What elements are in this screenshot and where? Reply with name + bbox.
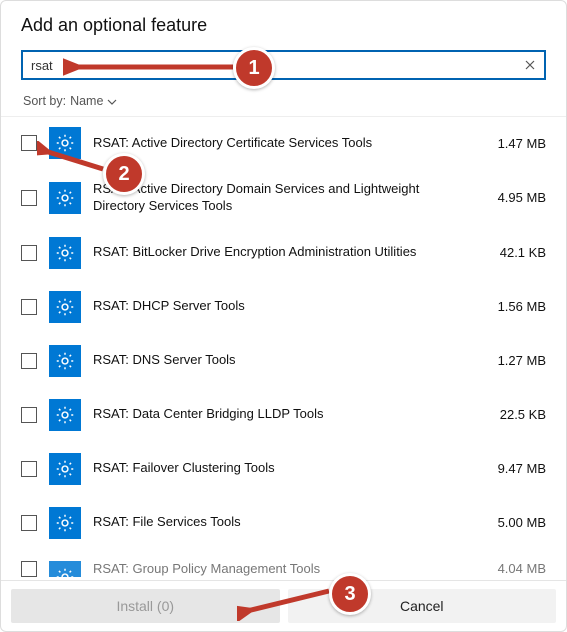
feature-size: 1.47 MB	[476, 136, 546, 151]
feature-checkbox[interactable]	[21, 190, 37, 206]
feature-row[interactable]: RSAT: File Services Tools 5.00 MB	[1, 497, 566, 549]
sort-by-value: Name	[70, 94, 103, 108]
feature-icon	[49, 237, 81, 269]
sort-by-label: Sort by:	[23, 94, 66, 108]
feature-size: 42.1 KB	[476, 245, 546, 260]
feature-icon	[49, 453, 81, 485]
annotation-circle-2: 2	[103, 153, 145, 195]
close-icon	[525, 60, 535, 70]
feature-icon	[49, 399, 81, 431]
feature-checkbox[interactable]	[21, 299, 37, 315]
feature-row[interactable]: RSAT: BitLocker Drive Encryption Adminis…	[1, 227, 566, 279]
feature-size: 4.04 MB	[476, 561, 546, 576]
dialog-title: Add an optional feature	[21, 15, 546, 36]
feature-row[interactable]: RSAT: Group Policy Management Tools 4.04 …	[1, 551, 566, 577]
feature-row[interactable]: RSAT: Data Center Bridging LLDP Tools 22.…	[1, 389, 566, 441]
feature-row[interactable]: RSAT: DNS Server Tools 1.27 MB	[1, 335, 566, 387]
feature-name: RSAT: Active Directory Certificate Servi…	[93, 135, 464, 152]
feature-row[interactable]: RSAT: Failover Clustering Tools 9.47 MB	[1, 443, 566, 495]
search-input[interactable]	[29, 57, 522, 74]
optional-feature-dialog: Add an optional feature Sort by: Name RS…	[0, 0, 567, 632]
feature-icon	[49, 561, 81, 577]
feature-name: RSAT: DHCP Server Tools	[93, 298, 464, 315]
sort-by-control[interactable]: Sort by: Name	[1, 80, 566, 116]
chevron-down-icon	[107, 96, 117, 106]
feature-name: RSAT: Active Directory Domain Services a…	[93, 181, 464, 215]
clear-search-button[interactable]	[522, 57, 538, 73]
feature-size: 1.27 MB	[476, 353, 546, 368]
feature-checkbox[interactable]	[21, 353, 37, 369]
feature-name: RSAT: Group Policy Management Tools	[93, 561, 464, 577]
install-button[interactable]: Install (0)	[11, 589, 280, 623]
annotation-circle-3: 3	[329, 573, 371, 615]
feature-list[interactable]: RSAT: Active Directory Certificate Servi…	[1, 117, 566, 577]
feature-checkbox[interactable]	[21, 515, 37, 531]
feature-name: RSAT: BitLocker Drive Encryption Adminis…	[93, 244, 464, 261]
feature-checkbox[interactable]	[21, 461, 37, 477]
feature-size: 4.95 MB	[476, 190, 546, 205]
feature-name: RSAT: DNS Server Tools	[93, 352, 464, 369]
feature-icon	[49, 345, 81, 377]
feature-size: 1.56 MB	[476, 299, 546, 314]
feature-size: 5.00 MB	[476, 515, 546, 530]
feature-icon	[49, 182, 81, 214]
feature-row[interactable]: RSAT: Active Directory Domain Services a…	[1, 171, 566, 225]
feature-checkbox[interactable]	[21, 245, 37, 261]
feature-name: RSAT: File Services Tools	[93, 514, 464, 531]
feature-icon	[49, 127, 81, 159]
feature-checkbox[interactable]	[21, 407, 37, 423]
feature-icon	[49, 507, 81, 539]
feature-checkbox[interactable]	[21, 561, 37, 577]
feature-row[interactable]: RSAT: Active Directory Certificate Servi…	[1, 117, 566, 169]
feature-checkbox[interactable]	[21, 135, 37, 151]
dialog-footer: Install (0) Cancel	[1, 580, 566, 631]
annotation-circle-1: 1	[233, 47, 275, 89]
feature-size: 9.47 MB	[476, 461, 546, 476]
search-field[interactable]	[21, 50, 546, 80]
cancel-button[interactable]: Cancel	[288, 589, 557, 623]
search-container	[21, 50, 546, 80]
feature-row[interactable]: RSAT: DHCP Server Tools 1.56 MB	[1, 281, 566, 333]
dialog-header: Add an optional feature	[1, 1, 566, 42]
feature-name: RSAT: Failover Clustering Tools	[93, 460, 464, 477]
feature-icon	[49, 291, 81, 323]
feature-name: RSAT: Data Center Bridging LLDP Tools	[93, 406, 464, 423]
feature-size: 22.5 KB	[476, 407, 546, 422]
